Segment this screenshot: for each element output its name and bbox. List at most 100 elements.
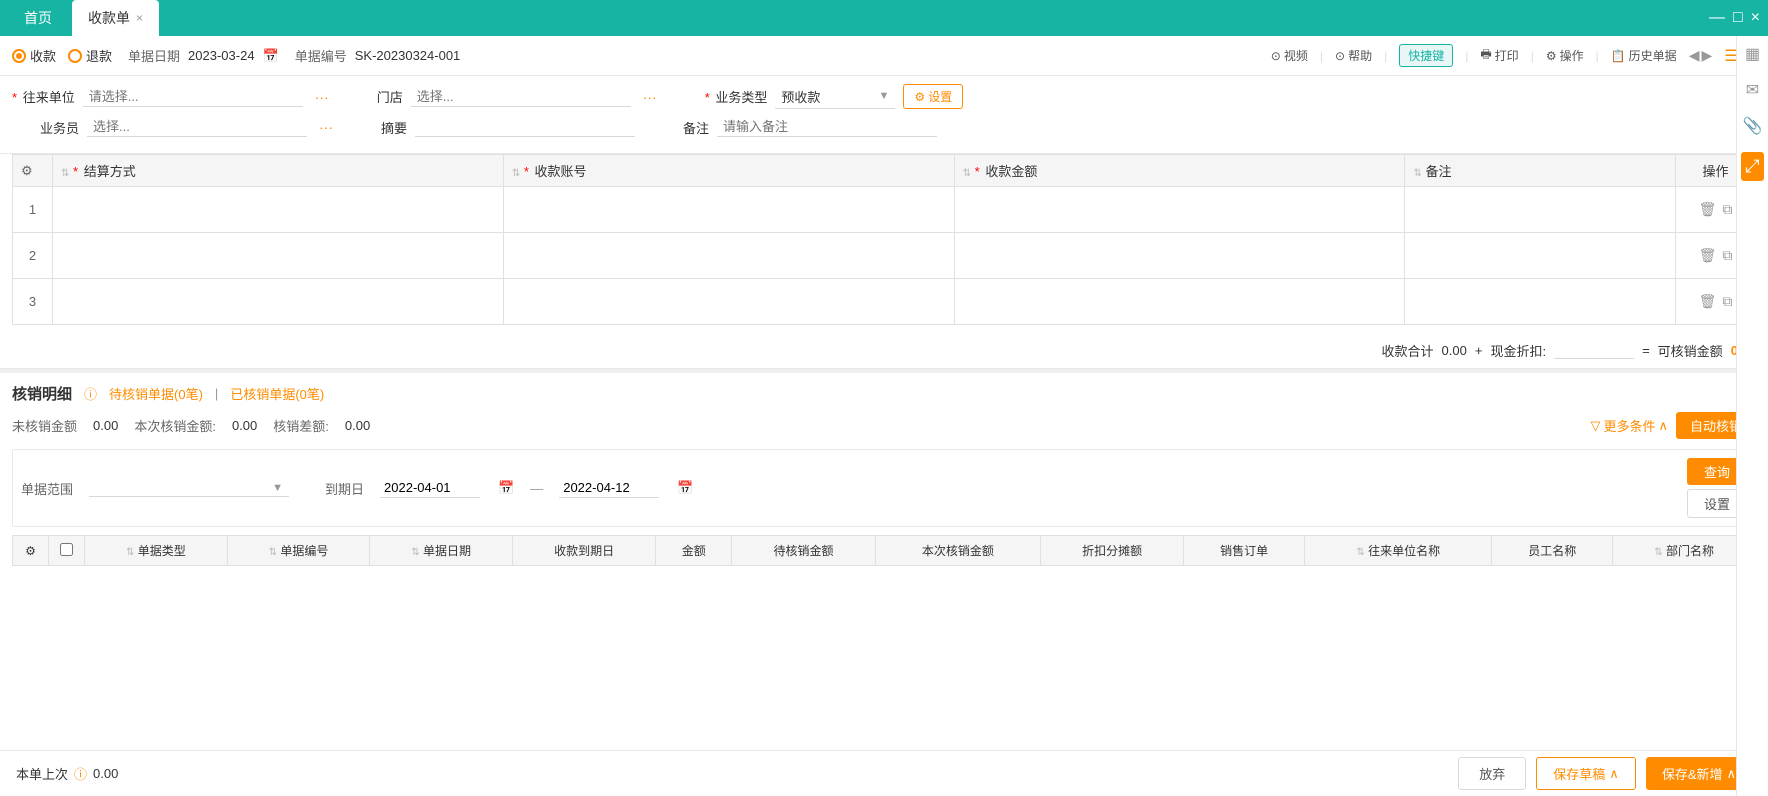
- toolbar-right: ⊙ 视频 | ⊙ 帮助 | 快捷键 | 🖶 打印 | ⚙ 操作 | 📋: [1271, 44, 1756, 67]
- due-date-start-input[interactable]: [380, 478, 480, 498]
- biz-type-select[interactable]: 预收款 ▼: [775, 85, 895, 109]
- verif-title: 核销明细: [12, 383, 72, 404]
- salesperson-label: 业务员: [40, 118, 79, 137]
- radio-tuikuan-label: 退款: [86, 46, 112, 65]
- doc-date-label: 单据日期: [128, 46, 180, 65]
- counterpart-input[interactable]: [83, 87, 303, 107]
- row-2-amount[interactable]: [954, 233, 1405, 279]
- setting-btn[interactable]: ⚙ 设置: [903, 84, 963, 109]
- doc-date-calendar-icon[interactable]: 📅: [263, 48, 279, 64]
- range-select-chevron-icon: ▼: [272, 482, 283, 494]
- bottom-th-checkbox[interactable]: [49, 536, 85, 566]
- summary-input[interactable]: [415, 117, 635, 137]
- row-2-copy-icon[interactable]: ⧉: [1722, 247, 1732, 264]
- row-3-delete-icon[interactable]: 🗑: [1699, 293, 1717, 310]
- curr-verif-val: 0.00: [232, 418, 257, 433]
- ops-icon: ⚙: [1546, 49, 1557, 63]
- shortcut-btn[interactable]: 快捷键: [1399, 44, 1453, 67]
- form-row-2: 业务员 ··· 摘要 备注: [12, 117, 1756, 137]
- store-label: 门店: [377, 87, 403, 106]
- close-icon[interactable]: ×: [1751, 9, 1760, 27]
- discount-input[interactable]: [1554, 343, 1634, 359]
- due-date-end-input[interactable]: [559, 478, 659, 498]
- row-1-copy-icon[interactable]: ⧉: [1722, 201, 1732, 218]
- tab-close-icon[interactable]: ×: [136, 11, 143, 25]
- due-date-start-calendar-icon[interactable]: 📅: [498, 480, 514, 496]
- minimize-icon[interactable]: —: [1709, 9, 1725, 27]
- row-2-delete-icon[interactable]: 🗑: [1699, 247, 1717, 264]
- row-3-amount[interactable]: [954, 279, 1405, 325]
- due-date-end-calendar-icon[interactable]: 📅: [677, 480, 693, 496]
- sidebar-attach-icon[interactable]: 📎: [1743, 116, 1763, 136]
- nav-arrows: ◀ ▶: [1689, 47, 1713, 64]
- range-select[interactable]: ▼: [89, 480, 289, 497]
- discard-btn[interactable]: 放弃: [1458, 757, 1526, 790]
- form-row-1: * 往来单位 ··· 门店 ··· * 业务类型 预收款 ▼ ⚙ 设置: [12, 84, 1756, 109]
- sidebar-mail-icon[interactable]: ✉: [1746, 80, 1759, 100]
- top-toolbar: 收款 退款 单据日期 2023-03-24 📅 单据编号 SK-20230324…: [0, 36, 1768, 76]
- radio-tuikuan[interactable]: 退款: [68, 46, 112, 65]
- row-1-delete-icon[interactable]: 🗑: [1699, 201, 1717, 218]
- more-filter-btn[interactable]: ▽ 更多条件 ∧: [1590, 416, 1668, 435]
- row-2-remark[interactable]: [1405, 233, 1676, 279]
- counterpart-more-btn[interactable]: ···: [315, 89, 329, 105]
- sidebar-expand-icon[interactable]: ⤢: [1741, 152, 1763, 181]
- pending-tab[interactable]: 待核销单据(0笔): [109, 384, 203, 403]
- last-info-icon[interactable]: ⓘ: [74, 764, 87, 783]
- store-input[interactable]: [411, 87, 631, 107]
- th-account: ⇅ * 收款账号: [503, 155, 954, 187]
- bottom-gear-icon: ⚙: [25, 544, 36, 558]
- bottom-th-employee: 员工名称: [1492, 536, 1613, 566]
- row-1-amount[interactable]: [954, 187, 1405, 233]
- done-tab[interactable]: 已核销单据(0笔): [230, 384, 324, 403]
- select-all-checkbox[interactable]: [60, 543, 73, 556]
- filter-icon: ▽: [1590, 418, 1600, 434]
- verif-stats: 未核销金额 0.00 本次核销金额: 0.00 核销差额: 0.00 ▽ 更多条…: [12, 412, 1756, 439]
- row-1-settle[interactable]: [53, 187, 504, 233]
- bottom-th-dept: ⇅ 部门名称: [1613, 536, 1756, 566]
- doc-no-info: 单据编号 SK-20230324-001: [295, 46, 461, 65]
- row-3-remark[interactable]: [1405, 279, 1676, 325]
- verif-info-icon[interactable]: ⓘ: [84, 384, 97, 403]
- radio-tuikuan-dot: [68, 49, 82, 63]
- th-settle: ⇅ * 结算方式: [53, 155, 504, 187]
- salesperson-input[interactable]: [87, 117, 307, 137]
- help-btn[interactable]: ⊙ 帮助: [1335, 47, 1372, 64]
- table-row: 3 🗑 ⧉: [13, 279, 1756, 325]
- store-more-btn[interactable]: ···: [643, 89, 657, 105]
- sidebar-table-icon[interactable]: ▦: [1745, 44, 1760, 64]
- data-table: ⚙ ⇅ * 结算方式 ⇅ * 收款账号 ⇅ * 收款: [12, 154, 1756, 325]
- tab-active[interactable]: 收款单 ×: [72, 0, 159, 36]
- bottom-th-counterpart: ⇅ 往来单位名称: [1305, 536, 1492, 566]
- row-num-1: 1: [13, 187, 53, 233]
- th-gear[interactable]: ⚙: [13, 155, 53, 187]
- maximize-icon[interactable]: □: [1733, 9, 1743, 27]
- row-1-remark[interactable]: [1405, 187, 1676, 233]
- row-3-account[interactable]: [503, 279, 954, 325]
- ops-btn[interactable]: ⚙ 操作: [1546, 47, 1584, 64]
- nav-prev-icon[interactable]: ◀: [1689, 47, 1700, 64]
- tab-bar-right: — □ ×: [1709, 9, 1760, 27]
- due-date-label: 到期日: [325, 479, 364, 498]
- print-btn[interactable]: 🖶 打印: [1480, 45, 1518, 66]
- remark-input[interactable]: [717, 117, 937, 137]
- bottom-th-gear[interactable]: ⚙: [13, 536, 49, 566]
- row-3-copy-icon[interactable]: ⧉: [1722, 293, 1732, 310]
- save-draft-btn[interactable]: 保存草稿 ∧: [1536, 757, 1636, 790]
- diff-val: 0.00: [345, 418, 370, 433]
- history-btn[interactable]: 📋 历史单据: [1611, 47, 1677, 64]
- tab-home[interactable]: 首页: [8, 0, 68, 36]
- radio-shoukuan[interactable]: 收款: [12, 46, 56, 65]
- video-btn[interactable]: ⊙ 视频: [1271, 47, 1308, 64]
- row-1-account[interactable]: [503, 187, 954, 233]
- nav-next-icon[interactable]: ▶: [1701, 47, 1712, 64]
- print-icon: 🖶: [1480, 45, 1491, 66]
- row-2-settle[interactable]: [53, 233, 504, 279]
- row-3-settle[interactable]: [53, 279, 504, 325]
- salesperson-more-btn[interactable]: ···: [319, 119, 333, 135]
- doc-no-value: SK-20230324-001: [355, 48, 461, 63]
- save-draft-chevron-icon: ∧: [1609, 766, 1619, 782]
- row-2-account[interactable]: [503, 233, 954, 279]
- verif-header: 核销明细 ⓘ 待核销单据(0笔) | 已核销单据(0笔): [12, 383, 1756, 404]
- summary-label: 摘要: [381, 118, 407, 137]
